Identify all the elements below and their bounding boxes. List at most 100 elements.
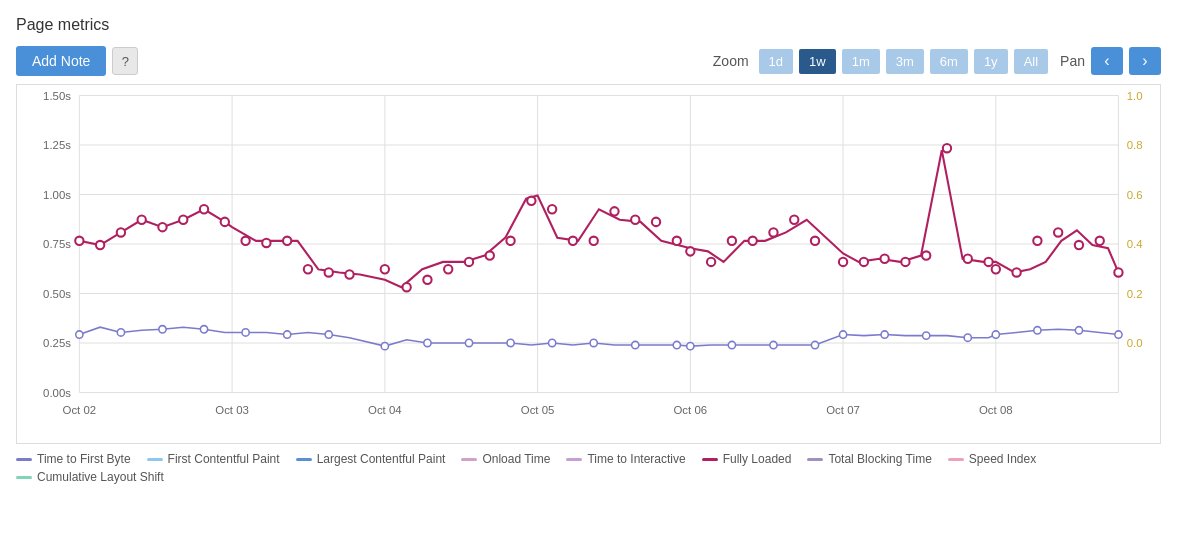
legend-swatch-tti: [566, 458, 582, 461]
svg-point-80: [1012, 268, 1020, 276]
legend-swatch-tbt: [807, 458, 823, 461]
svg-text:0.2: 0.2: [1127, 288, 1143, 300]
svg-point-48: [345, 270, 353, 278]
svg-text:1.50s: 1.50s: [43, 90, 71, 102]
legend-label-cls: Cumulative Layout Shift: [37, 470, 164, 484]
page-title: Page metrics: [16, 16, 1161, 34]
legend-cls: Cumulative Layout Shift: [16, 470, 164, 484]
svg-point-87: [117, 329, 124, 336]
svg-point-65: [707, 258, 715, 266]
legend-fully-loaded: Fully Loaded: [702, 452, 792, 466]
svg-text:0.4: 0.4: [1127, 238, 1143, 250]
svg-point-44: [262, 239, 270, 247]
add-note-button[interactable]: Add Note: [16, 46, 106, 76]
svg-point-112: [1115, 331, 1122, 338]
svg-text:0.00s: 0.00s: [43, 387, 71, 399]
svg-point-55: [506, 237, 514, 245]
chart-svg: 1.50s 1.25s 1.00s 0.75s 0.50s 0.25s 0.00…: [17, 85, 1160, 443]
svg-text:Oct 07: Oct 07: [826, 403, 860, 415]
zoom-all[interactable]: All: [1014, 49, 1048, 74]
svg-point-61: [631, 216, 639, 224]
svg-point-85: [1114, 268, 1122, 276]
zoom-label: Zoom: [713, 53, 749, 69]
zoom-1m[interactable]: 1m: [842, 49, 880, 74]
svg-point-54: [486, 251, 494, 259]
svg-text:0.50s: 0.50s: [43, 288, 71, 300]
svg-text:Oct 08: Oct 08: [979, 403, 1013, 415]
svg-point-107: [923, 332, 930, 339]
svg-point-96: [507, 339, 514, 346]
svg-point-36: [96, 241, 104, 249]
svg-point-109: [992, 331, 999, 338]
svg-point-67: [749, 237, 757, 245]
svg-point-62: [652, 218, 660, 226]
svg-point-39: [158, 223, 166, 231]
zoom-1w[interactable]: 1w: [799, 49, 836, 74]
svg-point-94: [424, 339, 431, 346]
svg-point-35: [75, 237, 83, 245]
legend-label-tti: Time to Interactive: [587, 452, 685, 466]
svg-point-91: [284, 331, 291, 338]
svg-text:0.6: 0.6: [1127, 189, 1143, 201]
svg-point-64: [686, 247, 694, 255]
pan-next-button[interactable]: ›: [1129, 47, 1161, 75]
legend-time-to-interactive: Time to Interactive: [566, 452, 685, 466]
legend-label-ttfb: Time to First Byte: [37, 452, 131, 466]
svg-text:Oct 02: Oct 02: [63, 403, 97, 415]
svg-point-47: [325, 268, 333, 276]
toolbar: Add Note ? Zoom 1d 1w 1m 3m 6m 1y All Pa…: [16, 46, 1161, 76]
svg-point-90: [242, 329, 249, 336]
svg-point-66: [728, 237, 736, 245]
svg-point-102: [728, 341, 735, 348]
svg-point-72: [860, 258, 868, 266]
svg-point-89: [200, 326, 207, 333]
svg-point-93: [381, 342, 388, 349]
svg-point-79: [992, 265, 1000, 273]
legend-swatch-cls: [16, 476, 32, 479]
svg-text:0.75s: 0.75s: [43, 238, 71, 250]
svg-point-101: [687, 342, 694, 349]
svg-text:Oct 06: Oct 06: [673, 403, 707, 415]
svg-point-76: [943, 144, 951, 152]
svg-point-38: [138, 216, 146, 224]
legend-swatch-ttfb: [16, 458, 32, 461]
svg-point-69: [790, 216, 798, 224]
svg-point-51: [423, 276, 431, 284]
svg-point-106: [881, 331, 888, 338]
zoom-1d[interactable]: 1d: [759, 49, 793, 74]
svg-point-108: [964, 334, 971, 341]
legend-label-si: Speed Index: [969, 452, 1036, 466]
svg-point-105: [839, 331, 846, 338]
svg-point-42: [221, 218, 229, 226]
svg-point-63: [673, 237, 681, 245]
legend-label-tbt: Total Blocking Time: [828, 452, 931, 466]
svg-text:0.25s: 0.25s: [43, 337, 71, 349]
svg-point-53: [465, 258, 473, 266]
legend-speed-index: Speed Index: [948, 452, 1036, 466]
svg-point-58: [569, 237, 577, 245]
svg-point-103: [770, 341, 777, 348]
svg-point-74: [901, 258, 909, 266]
svg-point-98: [590, 339, 597, 346]
pan-prev-button[interactable]: ‹: [1091, 47, 1123, 75]
legend-onload-time: Onload Time: [461, 452, 550, 466]
svg-text:Oct 05: Oct 05: [521, 403, 555, 415]
legend-swatch-fcp: [147, 458, 163, 461]
zoom-1y[interactable]: 1y: [974, 49, 1008, 74]
svg-point-84: [1096, 237, 1104, 245]
svg-point-97: [548, 339, 555, 346]
svg-point-60: [610, 207, 618, 215]
svg-point-43: [241, 237, 249, 245]
svg-text:1.0: 1.0: [1127, 90, 1143, 102]
svg-point-73: [880, 255, 888, 263]
zoom-6m[interactable]: 6m: [930, 49, 968, 74]
svg-text:0.0: 0.0: [1127, 337, 1143, 349]
svg-point-46: [304, 265, 312, 273]
zoom-3m[interactable]: 3m: [886, 49, 924, 74]
svg-point-88: [159, 326, 166, 333]
legend-label-fl: Fully Loaded: [723, 452, 792, 466]
legend-swatch-si: [948, 458, 964, 461]
legend-label-fcp: First Contentful Paint: [168, 452, 280, 466]
help-button[interactable]: ?: [112, 47, 138, 75]
svg-point-70: [811, 237, 819, 245]
